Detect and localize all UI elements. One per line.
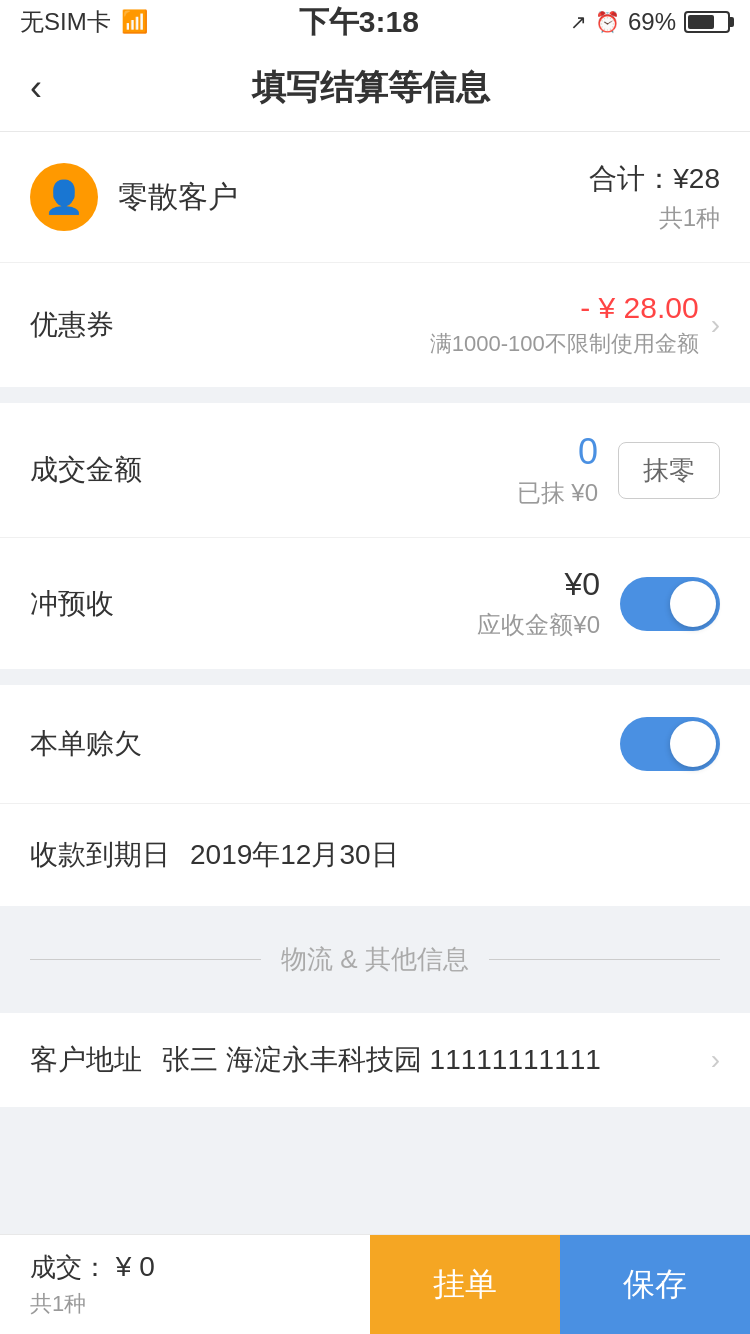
pre-receive-amount: ¥0 [477, 566, 600, 603]
coupon-desc: 满1000-100不限制使用金额 [430, 329, 699, 359]
due-date-label: 收款到期日 [30, 836, 170, 874]
alarm-icon: ⏰ [595, 10, 620, 34]
status-left: 无SIM卡 📶 [20, 6, 148, 38]
customer-right: 合计：¥28 共1种 [589, 160, 720, 234]
page-title: 填写结算等信息 [62, 65, 680, 111]
address-section[interactable]: 客户地址 张三 海淀永丰科技园 11111111111 › [0, 1013, 750, 1107]
coupon-row[interactable]: 优惠券 - ¥ 28.00 满1000-100不限制使用金额 › [0, 262, 750, 387]
total-amount: 合计：¥28 [589, 160, 720, 198]
bottom-deal-amount: ¥ 0 [116, 1251, 155, 1282]
chevron-right-icon: › [711, 309, 720, 341]
due-date-row: 收款到期日 2019年12月30日 [0, 803, 750, 906]
bottom-bar: 成交： ¥ 0 共1种 挂单 保存 [0, 1234, 750, 1334]
address-chevron-icon: › [711, 1044, 720, 1076]
toggle-knob [670, 581, 716, 627]
status-bar: 无SIM卡 📶 下午3:18 ↗ ⏰ 69% [0, 0, 750, 44]
battery-percent: 69% [628, 8, 676, 36]
status-right: ↗ ⏰ 69% [570, 8, 730, 36]
debt-row: 本单赊欠 [0, 685, 750, 803]
battery-icon [684, 11, 730, 33]
save-button[interactable]: 保存 [560, 1235, 750, 1334]
deal-amount-value[interactable]: 0 [517, 431, 598, 473]
logistics-label: 物流 & 其他信息 [281, 942, 469, 977]
pending-button[interactable]: 挂单 [370, 1235, 560, 1334]
coupon-right: - ¥ 28.00 满1000-100不限制使用金额 › [430, 291, 720, 359]
total-count: 共1种 [589, 202, 720, 234]
pre-receive-label: 冲预收 [30, 585, 114, 623]
bottom-summary: 成交： ¥ 0 共1种 [0, 1235, 370, 1334]
bottom-deal-label: 成交： [30, 1252, 108, 1282]
deal-amount-label: 成交金额 [30, 451, 142, 489]
signal-text: 无SIM卡 [20, 6, 111, 38]
debt-toggle-knob [670, 721, 716, 767]
address-label: 客户地址 [30, 1041, 142, 1079]
coupon-label: 优惠券 [30, 306, 114, 344]
wifi-icon: 📶 [121, 9, 148, 35]
pre-receive-row: 冲预收 ¥0 应收金额¥0 [0, 537, 750, 669]
coupon-discount: - ¥ 28.00 [430, 291, 699, 325]
avatar-icon: 👤 [44, 178, 84, 216]
customer-left: 👤 零散客户 [30, 163, 238, 231]
location-icon: ↗ [570, 10, 587, 34]
deal-amount-row: 成交金额 0 已抹 ¥0 抹零 [0, 403, 750, 537]
status-time: 下午3:18 [299, 2, 419, 43]
logistics-line-right [489, 959, 720, 960]
logistics-divider: 物流 & 其他信息 [0, 922, 750, 997]
round-button[interactable]: 抹零 [618, 442, 720, 499]
debt-toggle[interactable] [620, 717, 720, 771]
address-value: 张三 海淀永丰科技园 11111111111 [162, 1041, 691, 1079]
bottom-count: 共1种 [30, 1289, 340, 1319]
deal-section: 成交金额 0 已抹 ¥0 抹零 冲预收 ¥0 应收金额¥0 [0, 403, 750, 669]
nav-bar: ‹ 填写结算等信息 [0, 44, 750, 132]
back-button[interactable]: ‹ [30, 67, 62, 109]
debt-section: 本单赊欠 收款到期日 2019年12月30日 [0, 685, 750, 906]
deal-amount-right: 0 已抹 ¥0 抹零 [517, 431, 720, 509]
pre-receive-sub: 应收金额¥0 [477, 609, 600, 641]
avatar: 👤 [30, 163, 98, 231]
customer-section: 👤 零散客户 合计：¥28 共1种 优惠券 - ¥ 28.00 满1000-10… [0, 132, 750, 387]
debt-label: 本单赊欠 [30, 725, 142, 763]
customer-row: 👤 零散客户 合计：¥28 共1种 [0, 132, 750, 262]
logistics-line-left [30, 959, 261, 960]
coupon-info: - ¥ 28.00 满1000-100不限制使用金额 [430, 291, 699, 359]
customer-name: 零散客户 [118, 177, 238, 218]
due-date-value: 2019年12月30日 [190, 836, 399, 874]
deal-deducted: 已抹 ¥0 [517, 477, 598, 509]
pre-receive-toggle[interactable] [620, 577, 720, 631]
address-row[interactable]: 客户地址 张三 海淀永丰科技园 11111111111 › [0, 1013, 750, 1107]
bottom-deal-line: 成交： ¥ 0 [30, 1250, 340, 1285]
